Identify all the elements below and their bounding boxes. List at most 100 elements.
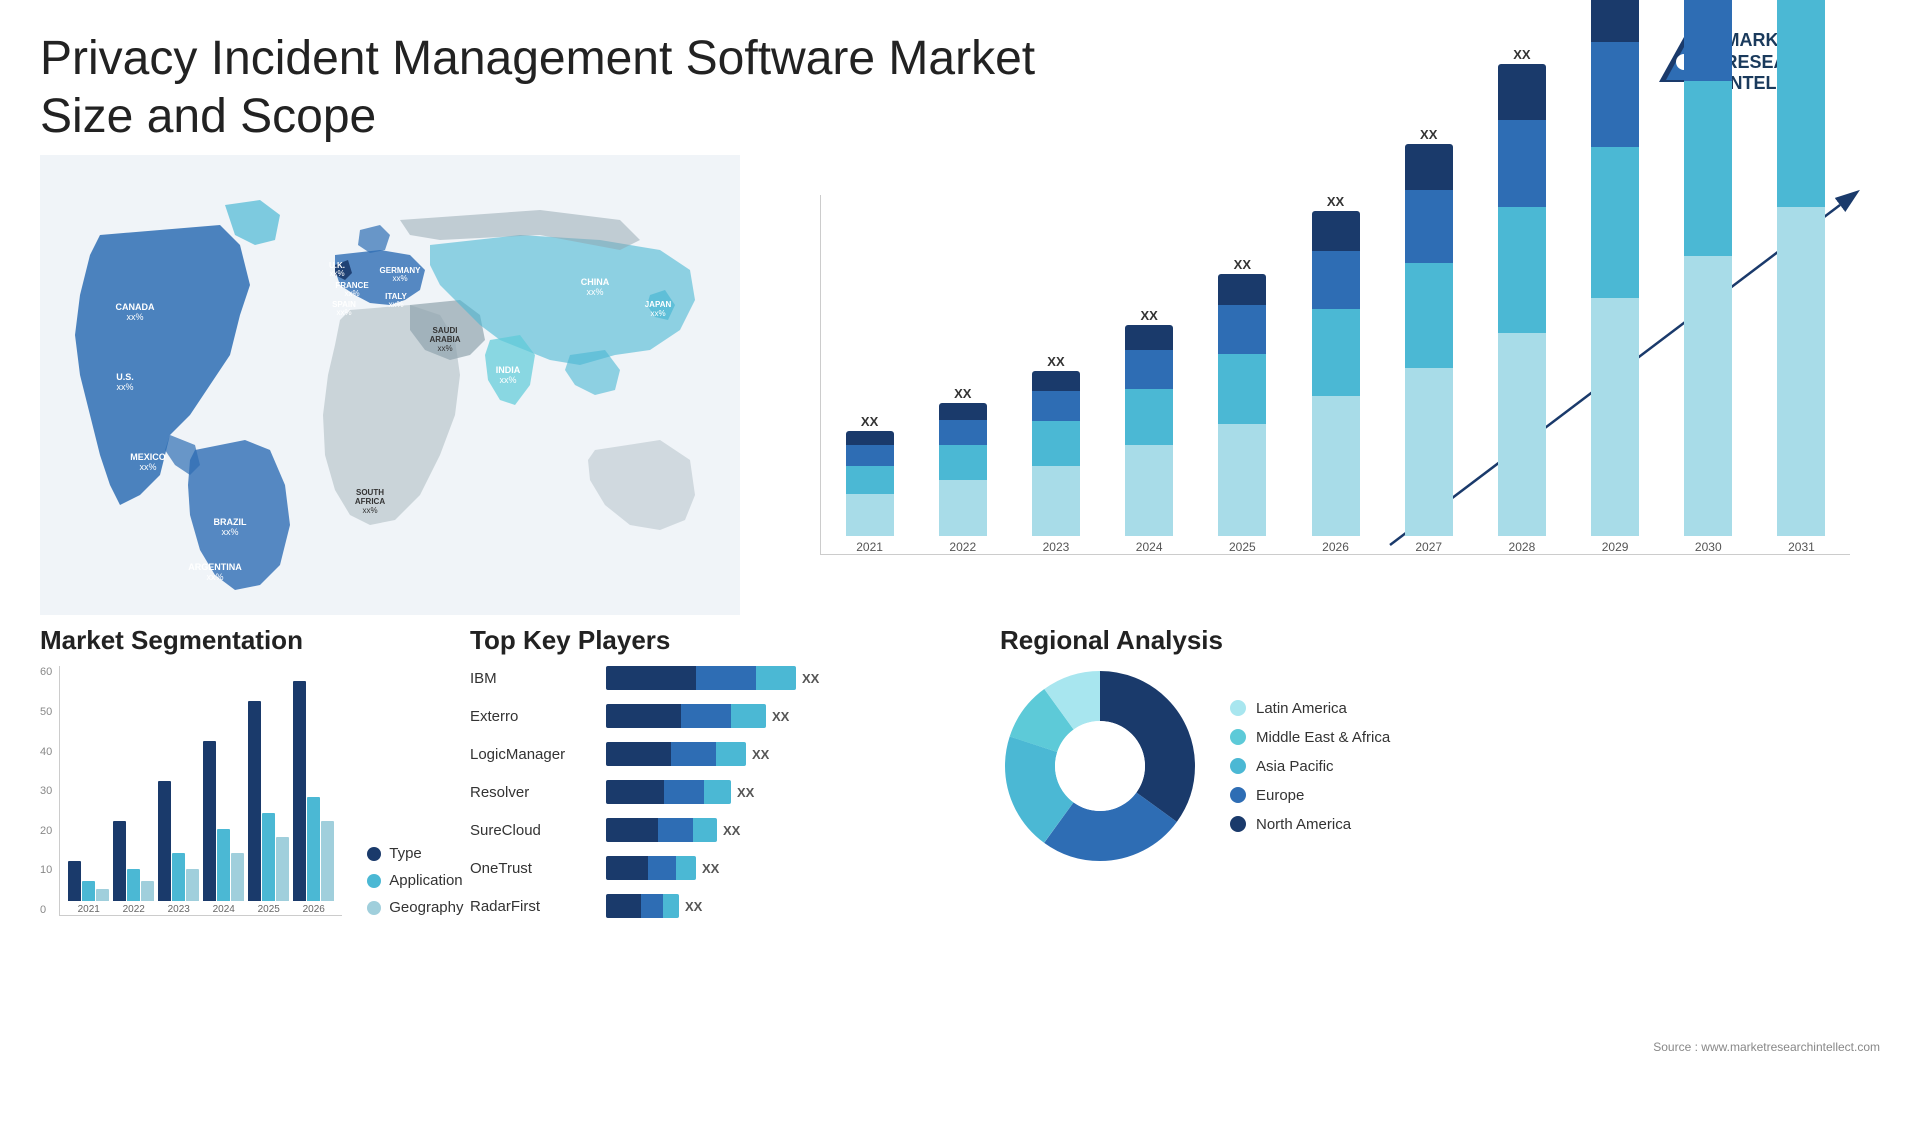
player-xx-label: XX [685,899,702,914]
reg-legend-europe: Europe [1230,787,1390,804]
reg-legend-asia: Asia Pacific [1230,758,1390,775]
bar-segment [1218,424,1266,536]
seg-legend: Type Application Geography [367,845,463,916]
bar-segment [1777,0,1825,207]
player-name: IBM [470,670,600,687]
player-bar [606,666,796,690]
legend-type: Type [367,845,463,862]
player-bar [606,894,679,918]
player-bar [606,818,717,842]
bar-group: XX2021 [826,414,913,554]
world-map-svg: CANADA xx% U.S. xx% MEXICO xx% BRAZIL xx… [40,155,740,615]
seg-bar-geo [276,837,289,901]
bar-segment [846,445,894,466]
player-bar-container: XX [606,818,740,842]
seg-bar-type [248,701,261,901]
legend-dot-type [367,847,381,861]
player-bar-segment [606,780,664,804]
players-section: Top Key Players IBMXXExterroXXLogicManag… [470,625,970,1015]
bar-segment [1218,305,1266,354]
bar-segment [1312,251,1360,310]
svg-text:SAUDI: SAUDI [433,326,458,335]
player-bar-segment [756,666,796,690]
bar-segment [1591,147,1639,298]
bar-stack [1684,0,1732,536]
svg-text:xx%: xx% [437,344,452,353]
bar-segment [1498,333,1546,536]
bar-stack [846,431,894,536]
bar-segment [939,480,987,536]
player-xx-label: XX [772,709,789,724]
seg-group: 2025 [248,666,289,915]
player-bar-segment [731,704,766,728]
seg-year-label: 2021 [78,904,100,915]
donut-chart-svg [1000,666,1200,866]
seg-bar-geo [231,853,244,901]
bar-year-label: 2031 [1788,540,1815,554]
bar-segment [1032,391,1080,422]
bar-segment [1312,211,1360,250]
player-name: LogicManager [470,746,600,763]
seg-bar-geo [186,869,199,901]
bar-segment [1498,64,1546,120]
bar-year-label: 2022 [949,540,976,554]
player-bar-container: XX [606,856,719,880]
player-bar-segment [606,894,641,918]
player-bar-segment [658,818,693,842]
seg-bars-wrap [158,781,199,901]
bar-segment [1218,274,1266,305]
bottom-section: Market Segmentation 0 10 20 30 40 50 60 … [0,615,1920,1035]
svg-text:xx%: xx% [206,572,223,582]
bar-segment [1125,389,1173,445]
svg-text:INDIA: INDIA [496,365,521,375]
bar-group: XX2025 [1199,257,1286,554]
reg-legend-north-america: North America [1230,816,1390,833]
player-bar [606,742,746,766]
bar-stack [1777,0,1825,536]
seg-bar-app [262,813,275,901]
bar-group: XX2026 [1292,194,1379,554]
svg-text:JAPAN: JAPAN [645,300,672,309]
svg-text:BRAZIL: BRAZIL [214,517,247,527]
player-bar-segment [693,818,717,842]
seg-bar-geo [321,821,334,901]
segmentation-section: Market Segmentation 0 10 20 30 40 50 60 … [40,625,440,1015]
legend-dot-geography [367,901,381,915]
seg-bar-app [307,797,320,901]
svg-text:MEXICO: MEXICO [130,452,166,462]
bar-label-xx: XX [1327,194,1344,209]
bar-stack [1498,64,1546,536]
seg-group: 2023 [158,666,199,915]
svg-text:xx%: xx% [329,269,344,278]
svg-text:xx%: xx% [499,375,516,385]
bar-stack [939,403,987,536]
legend-application: Application [367,872,463,889]
player-row: OneTrustXX [470,856,970,880]
player-bar-segment [664,780,704,804]
bar-segment [1498,120,1546,207]
bar-year-label: 2030 [1695,540,1722,554]
player-bar-container: XX [606,666,819,690]
seg-y-axis: 0 10 20 30 40 50 60 [40,666,52,916]
bar-segment [1032,371,1080,391]
map-section: CANADA xx% U.S. xx% MEXICO xx% BRAZIL xx… [40,155,740,615]
bar-segment [1777,207,1825,536]
bar-segment [1591,42,1639,147]
bar-segment [939,403,987,420]
source-text: Source : www.marketresearchintellect.com [0,1040,1920,1054]
regional-title: Regional Analysis [1000,625,1880,656]
bar-stack [1032,371,1080,536]
bar-group: XX2023 [1012,354,1099,554]
bar-group: XX2028 [1478,47,1565,554]
bar-group: XX2031 [1758,0,1845,554]
player-bar-segment [676,856,696,880]
bar-segment [846,494,894,536]
bar-segment [1218,354,1266,424]
bar-stack [1405,144,1453,536]
bar-label-xx: XX [1047,354,1064,369]
reg-legend-latin-america: Latin America [1230,700,1390,717]
regional-legend: Latin America Middle East & Africa Asia … [1230,700,1390,833]
bar-label-xx: XX [1140,308,1157,323]
players-title: Top Key Players [470,625,970,656]
bar-segment [939,420,987,445]
